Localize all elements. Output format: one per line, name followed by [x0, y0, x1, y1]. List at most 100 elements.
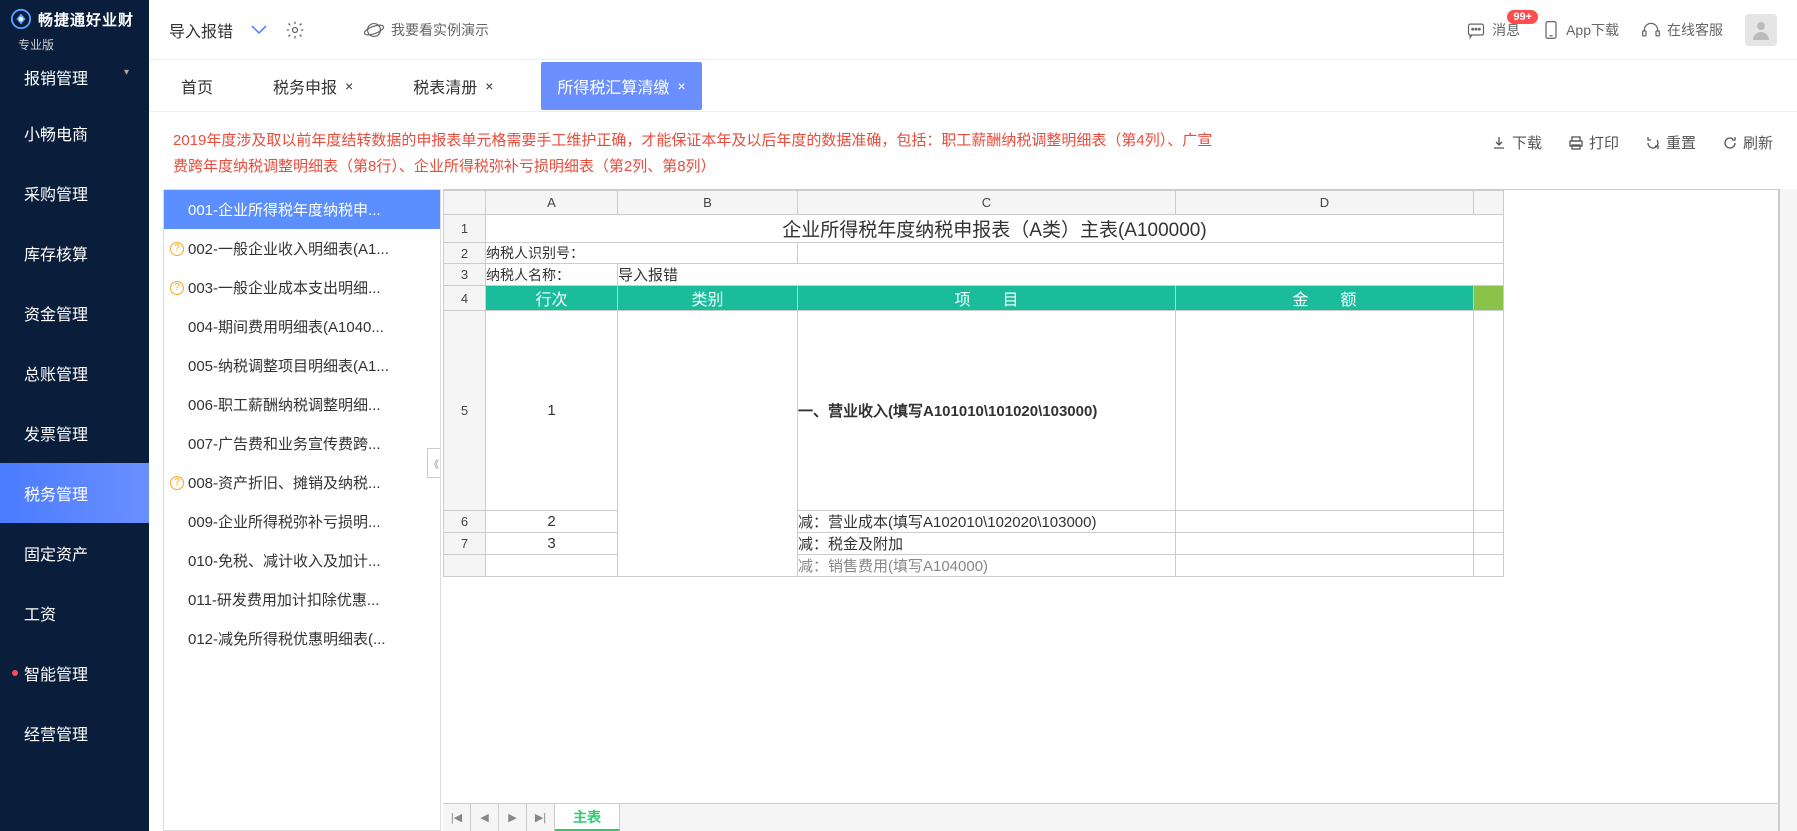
- tree-item-0[interactable]: 001-企业所得税年度纳税申...: [164, 190, 440, 229]
- tab-2[interactable]: 税表清册×: [401, 66, 505, 106]
- collapse-handle[interactable]: 《: [427, 448, 441, 478]
- col-header-b[interactable]: B: [618, 191, 798, 215]
- header-extra[interactable]: [1474, 286, 1504, 311]
- sidebar-item-10[interactable]: 智能管理: [0, 643, 149, 703]
- sidebar: 畅捷通好业财 专业版 报销管理▾小畅电商采购管理库存核算资金管理总账管理发票管理…: [0, 0, 149, 831]
- cell-5-extra[interactable]: [1474, 311, 1504, 511]
- sidebar-item-7[interactable]: 税务管理: [0, 463, 149, 523]
- header-project[interactable]: 项 目: [798, 286, 1176, 311]
- close-icon[interactable]: ×: [677, 78, 685, 94]
- sidebar-item-3[interactable]: 库存核算: [0, 223, 149, 283]
- headset-icon: [1641, 20, 1661, 40]
- toolbar-actions: 下载 打印 重置 刷新: [1491, 128, 1773, 153]
- org-dropdown[interactable]: [251, 25, 267, 35]
- header-amount[interactable]: 金 额: [1176, 286, 1474, 311]
- row-header-2[interactable]: 2: [444, 243, 486, 264]
- print-button[interactable]: 打印: [1568, 132, 1619, 153]
- tree-item-4[interactable]: 005-纳税调整项目明细表(A1...: [164, 346, 440, 385]
- tree-item-9[interactable]: 010-免税、减计收入及加计...: [164, 541, 440, 580]
- sidebar-item-2[interactable]: 采购管理: [0, 163, 149, 223]
- tree-item-7[interactable]: ?008-资产折旧、摊销及纳税...: [164, 463, 440, 502]
- cell-7-project[interactable]: 减：税金及附加: [798, 533, 1176, 555]
- tab-3[interactable]: 所得税汇算清缴×: [541, 62, 701, 110]
- sidebar-item-0[interactable]: 报销管理▾: [0, 61, 149, 103]
- messages-button[interactable]: 消息 99+: [1466, 20, 1520, 40]
- vertical-scrollbar[interactable]: [1779, 189, 1797, 831]
- row-header-8[interactable]: [444, 555, 486, 577]
- download-button[interactable]: 下载: [1491, 132, 1542, 153]
- header-line[interactable]: 行次: [486, 286, 618, 311]
- customer-service-button[interactable]: 在线客服: [1641, 20, 1723, 40]
- sheet-nav-first[interactable]: |◀: [443, 804, 471, 831]
- cell-6-line[interactable]: 2: [486, 511, 618, 533]
- cell-7-extra[interactable]: [1474, 533, 1504, 555]
- sheet-nav-prev[interactable]: ◀: [471, 804, 499, 831]
- app-download-button[interactable]: App下载: [1542, 20, 1619, 40]
- tree-item-10[interactable]: 011-研发费用加计扣除优惠...: [164, 580, 440, 619]
- cell-6-extra[interactable]: [1474, 511, 1504, 533]
- reset-button[interactable]: 重置: [1645, 132, 1696, 153]
- taxpayer-id-label[interactable]: 纳税人识别号：: [486, 243, 798, 264]
- notice-bar: 2019年度涉及取以前年度结转数据的申报表单元格需要手工维护正确，才能保证本年及…: [149, 112, 1797, 189]
- col-header-c[interactable]: C: [798, 191, 1176, 215]
- tree-item-1[interactable]: ?002-一般企业收入明细表(A1...: [164, 229, 440, 268]
- tab-1[interactable]: 税务申报×: [261, 66, 365, 106]
- row-header-3[interactable]: 3: [444, 264, 486, 286]
- gear-icon[interactable]: [285, 20, 305, 40]
- cell-7-line[interactable]: 3: [486, 533, 618, 555]
- refresh-button[interactable]: 刷新: [1722, 132, 1773, 153]
- cell-8-amount[interactable]: [1176, 555, 1474, 577]
- cell-5-line[interactable]: 1: [486, 311, 618, 511]
- cell-6-project[interactable]: 减：营业成本(填写A102010\102020\103000): [798, 511, 1176, 533]
- sidebar-item-4[interactable]: 资金管理: [0, 283, 149, 343]
- spreadsheet: A B C D 1 企业所得税年度纳税申报表（A类）主表(A100000): [443, 189, 1779, 831]
- brand-header: 畅捷通好业财: [0, 0, 149, 38]
- col-header-a[interactable]: A: [486, 191, 618, 215]
- cell-6-amount[interactable]: [1176, 511, 1474, 533]
- tree-item-3[interactable]: 004-期间费用明细表(A1040...: [164, 307, 440, 346]
- sheet-tab-main[interactable]: 主表: [555, 804, 620, 831]
- topbar: 导入报错 我要看实例演示: [149, 0, 1797, 60]
- sheet-nav-last[interactable]: ▶|: [527, 804, 555, 831]
- print-icon: [1568, 135, 1584, 151]
- sheet-scroll[interactable]: A B C D 1 企业所得税年度纳税申报表（A类）主表(A100000): [443, 190, 1778, 803]
- sidebar-item-11[interactable]: 经营管理: [0, 703, 149, 763]
- close-icon[interactable]: ×: [345, 78, 353, 94]
- sheet-title[interactable]: 企业所得税年度纳税申报表（A类）主表(A100000): [486, 215, 1504, 243]
- sidebar-item-5[interactable]: 总账管理: [0, 343, 149, 403]
- cell-8-line[interactable]: [486, 555, 618, 577]
- col-header-d[interactable]: D: [1176, 191, 1474, 215]
- sidebar-item-6[interactable]: 发票管理: [0, 403, 149, 463]
- tree-item-8[interactable]: 009-企业所得税弥补亏损明...: [164, 502, 440, 541]
- cell-5-amount[interactable]: [1176, 311, 1474, 511]
- tree-item-2[interactable]: ?003-一般企业成本支出明细...: [164, 268, 440, 307]
- row-header-6[interactable]: 6: [444, 511, 486, 533]
- cell-8-project[interactable]: 减：销售费用(填写A104000): [798, 555, 1176, 577]
- taxpayer-id-value[interactable]: [798, 243, 1504, 264]
- sidebar-item-1[interactable]: 小畅电商: [0, 103, 149, 163]
- tab-0[interactable]: 首页: [169, 66, 225, 106]
- header-category[interactable]: 类别: [618, 286, 798, 311]
- cell-8-extra[interactable]: [1474, 555, 1504, 577]
- row-header-1[interactable]: 1: [444, 215, 486, 243]
- sidebar-item-8[interactable]: 固定资产: [0, 523, 149, 583]
- cell-7-amount[interactable]: [1176, 533, 1474, 555]
- sheet-nav-next[interactable]: ▶: [499, 804, 527, 831]
- taxpayer-name-label[interactable]: 纳税人名称：: [486, 264, 618, 286]
- cell-category[interactable]: [618, 311, 798, 577]
- sheet-table: A B C D 1 企业所得税年度纳税申报表（A类）主表(A100000): [443, 190, 1504, 577]
- tree-item-6[interactable]: 007-广告费和业务宣传费跨...: [164, 424, 440, 463]
- col-header-extra[interactable]: [1474, 191, 1504, 215]
- tree-item-11[interactable]: 012-减免所得税优惠明细表(...: [164, 619, 440, 658]
- demo-link[interactable]: 我要看实例演示: [363, 19, 489, 41]
- close-icon[interactable]: ×: [485, 78, 493, 94]
- row-header-4[interactable]: 4: [444, 286, 486, 311]
- corner-cell[interactable]: [444, 191, 486, 215]
- row-header-5[interactable]: 5: [444, 311, 486, 511]
- row-header-7[interactable]: 7: [444, 533, 486, 555]
- cell-5-project[interactable]: 一、营业收入(填写A101010\101020\103000): [798, 311, 1176, 511]
- tree-item-5[interactable]: 006-职工薪酬纳税调整明细...: [164, 385, 440, 424]
- avatar[interactable]: [1745, 14, 1777, 46]
- sidebar-item-9[interactable]: 工资: [0, 583, 149, 643]
- taxpayer-name-value[interactable]: 导入报错: [618, 264, 1504, 286]
